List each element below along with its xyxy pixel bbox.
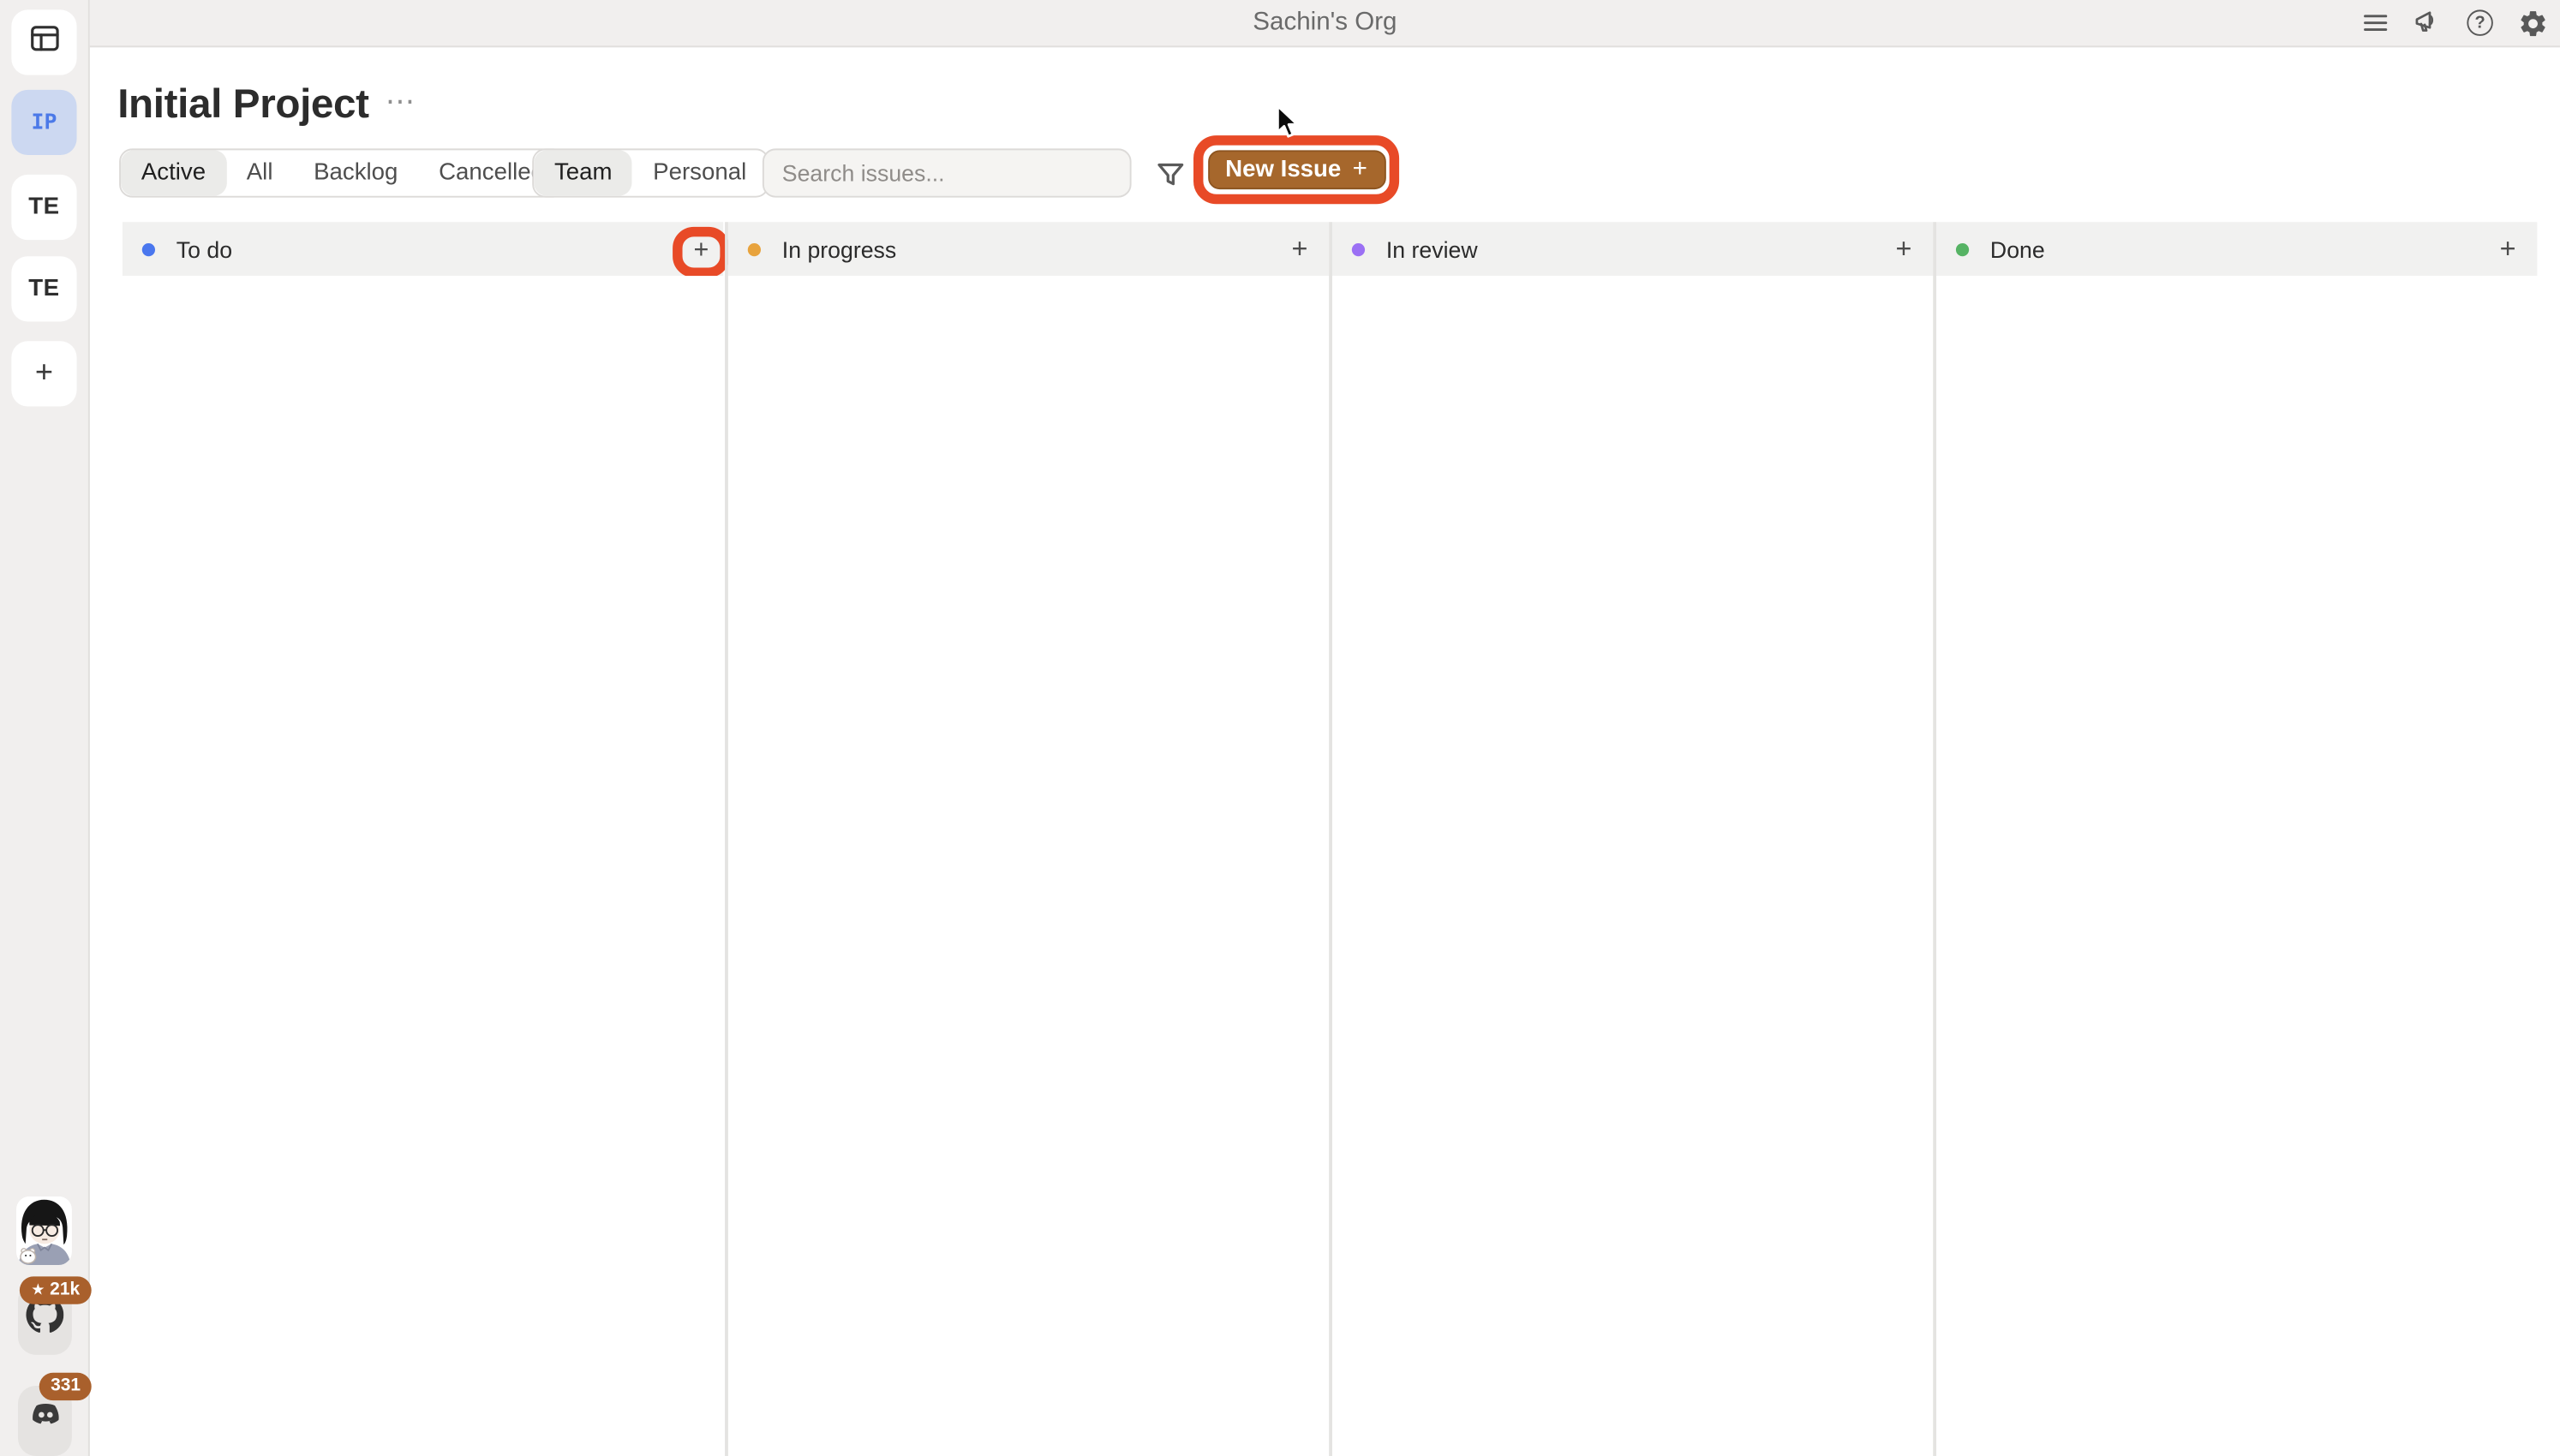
sidebar: IP TE TE + <box>0 0 90 1456</box>
column-header-todo: To do + <box>123 222 723 276</box>
star-icon: ★ <box>31 1276 45 1304</box>
user-avatar[interactable] <box>16 1196 72 1265</box>
tab-personal[interactable]: Personal <box>632 150 767 195</box>
new-issue-button[interactable]: New Issue + <box>1207 150 1385 189</box>
new-issue-label: New Issue <box>1225 157 1341 182</box>
add-workspace-button[interactable]: + <box>11 341 76 406</box>
column-title: In progress <box>782 236 896 261</box>
status-dot-in-progress <box>748 242 761 255</box>
column-header-done: Done + <box>1936 222 2537 276</box>
help-icon[interactable]: ? <box>2464 7 2497 39</box>
tab-all[interactable]: All <box>226 150 293 195</box>
column-title: Done <box>1990 236 2045 261</box>
column-divider <box>1934 222 1936 1456</box>
tab-active[interactable]: Active <box>121 150 226 195</box>
status-dot-in-review <box>1352 242 1365 255</box>
column-body-in-review <box>1332 276 1933 1456</box>
column-divider <box>1330 222 1332 1456</box>
filter-icon[interactable] <box>1152 157 1188 193</box>
avatar-illustration <box>16 1196 72 1265</box>
discord-count-badge: 331 <box>39 1373 93 1400</box>
scope-filter-tabs: Active All Backlog Cancelled <box>119 148 566 197</box>
column-title: To do <box>176 236 232 261</box>
column-body-in-progress <box>728 276 1329 1456</box>
more-options-button[interactable]: ⋯ <box>386 85 416 119</box>
github-stars-count: 21k <box>50 1276 80 1304</box>
mode-filter-tabs: Team Personal <box>532 148 769 197</box>
workspace-item-te-1[interactable]: TE <box>11 175 76 240</box>
column-body-done <box>1936 276 2537 1456</box>
in-progress-add-button[interactable]: + <box>1291 222 1307 276</box>
github-stars-badge: ★ 21k <box>20 1276 92 1304</box>
page-title: Initial Project <box>117 81 368 128</box>
tracker-panel-button[interactable] <box>11 9 76 75</box>
workspace-item-ip[interactable]: IP <box>11 90 76 155</box>
org-title: Sachin's Org <box>90 0 2560 45</box>
workspace-item-te-2[interactable]: TE <box>11 256 76 321</box>
question-mark: ? <box>2467 9 2492 35</box>
discord-icon <box>26 1397 65 1444</box>
status-dot-todo <box>142 242 155 255</box>
in-review-add-button[interactable]: + <box>1896 222 1912 276</box>
status-dot-done <box>1956 242 1969 255</box>
annotation-ring-todo-add: + <box>673 226 730 277</box>
settings-gear-icon[interactable] <box>2516 7 2549 39</box>
annotation-ring-new-issue: New Issue + <box>1193 135 1399 204</box>
tab-team[interactable]: Team <box>534 150 632 195</box>
column-divider <box>726 222 728 1456</box>
column-body-todo <box>123 276 723 1456</box>
done-add-button[interactable]: + <box>2500 222 2516 276</box>
tab-backlog[interactable]: Backlog <box>293 150 418 195</box>
menu-icon[interactable] <box>2360 7 2392 39</box>
column-title: In review <box>1386 236 1478 261</box>
announcements-megaphone-icon[interactable] <box>2412 7 2444 39</box>
top-bar: Sachin's Org ? <box>90 0 2560 47</box>
panel-layout-icon <box>27 21 61 64</box>
to-do-add-button[interactable]: + <box>694 236 709 266</box>
plus-icon: + <box>1353 157 1367 182</box>
topbar-icons: ? <box>2360 0 2549 45</box>
column-header-in-progress: In progress + <box>728 222 1329 276</box>
column-header-in-review: In review + <box>1332 222 1933 276</box>
app-window: IP TE TE + <box>0 0 2560 1456</box>
search-input[interactable] <box>763 148 1132 197</box>
